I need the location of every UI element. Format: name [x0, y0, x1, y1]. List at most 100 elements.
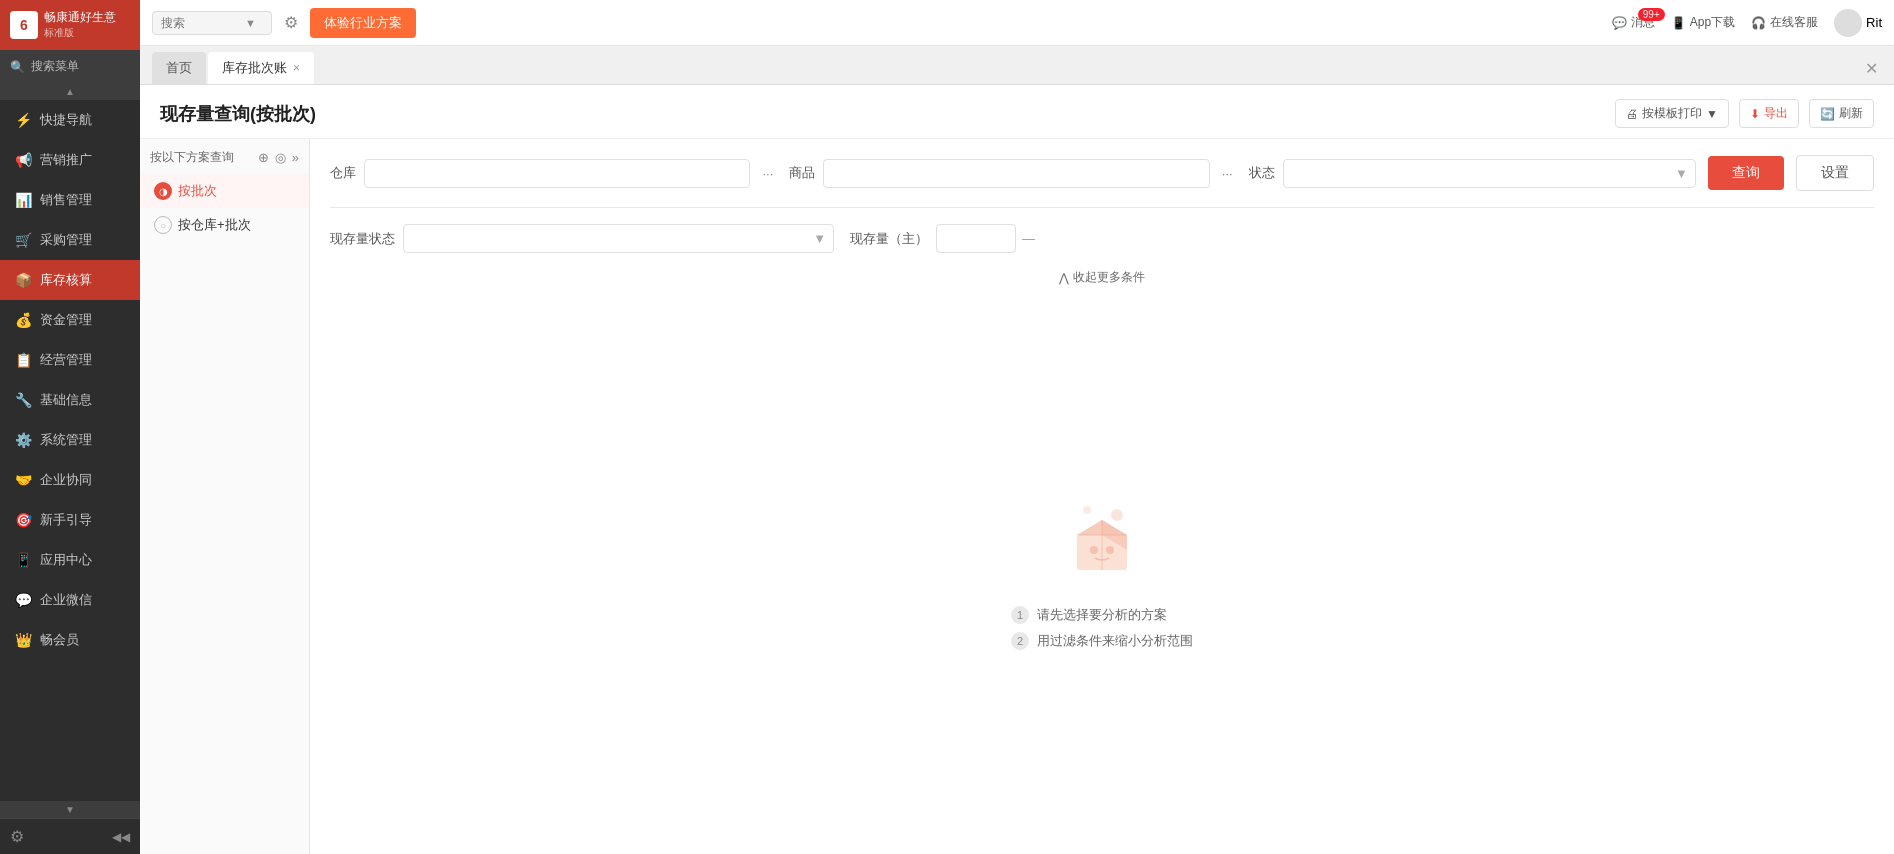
sidebar-item-purchase[interactable]: 🛒 采购管理: [0, 220, 140, 260]
nav-icon-guide: 🎯: [14, 512, 32, 528]
stock-status-select-wrapper: 全部 ▼: [403, 224, 834, 253]
sidebar-item-label: 库存核算: [40, 271, 126, 289]
refresh-button[interactable]: 🔄 刷新: [1809, 99, 1874, 128]
warehouse-more-button[interactable]: ···: [758, 166, 777, 181]
nav-icon-quicknav: ⚡: [14, 112, 32, 128]
topbar-search-input[interactable]: [161, 16, 241, 30]
warehouse-input[interactable]: [364, 159, 750, 188]
filter-warehouse-group: 仓库 ···: [330, 159, 777, 188]
user-name: Rit: [1866, 15, 1882, 30]
tip-num-2: 2: [1011, 632, 1029, 650]
product-input[interactable]: [823, 159, 1209, 188]
nav-icon-management: 📋: [14, 352, 32, 368]
plan-label: 按批次: [178, 182, 217, 200]
plan-settings-icon[interactable]: ◎: [275, 150, 286, 165]
status-select[interactable]: 全部: [1283, 159, 1696, 188]
messages-button[interactable]: 💬 消息 99+: [1612, 14, 1655, 31]
topbar-chevron-icon[interactable]: ▼: [245, 17, 256, 29]
qty-dash: —: [1022, 231, 1035, 246]
plan-label: 按仓库+批次: [178, 216, 251, 234]
sidebar-item-system[interactable]: ⚙️ 系统管理: [0, 420, 140, 460]
app-download-button[interactable]: 📱 App下载: [1671, 14, 1735, 31]
collapse-sidebar-icon[interactable]: ◀◀: [112, 830, 130, 844]
tab-batch-account[interactable]: 库存批次账 ×: [208, 52, 314, 84]
experience-button[interactable]: 体验行业方案: [310, 8, 416, 38]
left-panel-title: 按以下方案查询: [150, 149, 234, 166]
product-more-button[interactable]: ···: [1218, 166, 1237, 181]
refresh-label: 刷新: [1839, 105, 1863, 122]
nav-icon-appstore: 📱: [14, 552, 32, 568]
sidebar-item-finance[interactable]: 💰 资金管理: [0, 300, 140, 340]
left-panel-actions: ⊕ ◎ »: [258, 150, 299, 165]
sidebar-item-basic[interactable]: 🔧 基础信息: [0, 380, 140, 420]
plan-icon-active: ◑: [154, 182, 172, 200]
empty-illustration: [1052, 490, 1152, 590]
collapse-up-icon: ⋀: [1059, 271, 1069, 285]
sidebar-item-label: 企业协同: [40, 471, 126, 489]
sidebar-bottom: ⚙ ◀◀: [0, 818, 140, 854]
filter-row-2: 现存量状态 全部 ▼ 现存量（主） —: [330, 224, 1874, 253]
tab-close-icon[interactable]: ×: [293, 62, 300, 74]
settings-icon[interactable]: ⚙: [10, 827, 24, 846]
export-icon: ⬇: [1750, 107, 1760, 121]
empty-state: 1 请先选择要分析的方案 2 用过滤条件来缩小分析范围: [330, 302, 1874, 838]
left-panel-header: 按以下方案查询 ⊕ ◎ »: [140, 149, 309, 174]
app-name: 畅康通好生意: [44, 10, 116, 26]
plan-item-batch[interactable]: ◑ 按批次: [140, 174, 309, 208]
panel-close-icon[interactable]: ✕: [1865, 59, 1878, 78]
right-panel: 仓库 ··· 商品 ··· 状态 全部: [310, 139, 1894, 854]
collapse-left-icon[interactable]: »: [292, 150, 299, 165]
plan-item-warehouse-batch[interactable]: ○ 按仓库+批次: [140, 208, 309, 242]
sidebar-item-appstore[interactable]: 📱 应用中心: [0, 540, 140, 580]
sidebar-item-inventory[interactable]: 📦 库存核算: [0, 260, 140, 300]
tab-home[interactable]: 首页: [152, 52, 206, 84]
topbar: ▼ ⚙ 体验行业方案 💬 消息 99+ 📱 App下载 🎧 在线客服 Rit: [140, 0, 1894, 46]
page-actions: 🖨 按模板打印 ▼ ⬇ 导出 🔄 刷新: [1615, 99, 1874, 128]
qty-group: 现存量（主） —: [850, 224, 1354, 253]
content-area: 现存量查询(按批次) 🖨 按模板打印 ▼ ⬇ 导出 🔄 刷新: [140, 85, 1894, 854]
sidebar-item-management[interactable]: 📋 经营管理: [0, 340, 140, 380]
stock-status-select[interactable]: 全部: [403, 224, 834, 253]
sidebar-item-wechat[interactable]: 💬 企业微信: [0, 580, 140, 620]
qty-label: 现存量（主）: [850, 230, 928, 248]
sidebar-item-collab[interactable]: 🤝 企业协同: [0, 460, 140, 500]
collapse-more-button[interactable]: ⋀ 收起更多条件: [330, 265, 1874, 290]
sidebar-item-sales[interactable]: 📊 销售管理: [0, 180, 140, 220]
sidebar-item-marketing[interactable]: 📢 营销推广: [0, 140, 140, 180]
collapse-more-label: 收起更多条件: [1073, 269, 1145, 286]
app-download-label: App下载: [1690, 14, 1735, 31]
topbar-gear-icon[interactable]: ⚙: [280, 9, 302, 36]
settings-button[interactable]: 设置: [1796, 155, 1874, 191]
qty-range: —: [936, 224, 1354, 253]
sidebar-search[interactable]: 🔍 搜索菜单: [0, 50, 140, 83]
sidebar-item-quicknav[interactable]: ⚡ 快捷导航: [0, 100, 140, 140]
topbar-search-group[interactable]: ▼: [152, 11, 272, 35]
user-menu[interactable]: Rit: [1834, 9, 1882, 37]
sidebar-item-label: 系统管理: [40, 431, 126, 449]
refresh-icon: 🔄: [1820, 107, 1835, 121]
sidebar-scroll-down[interactable]: ▼: [0, 801, 140, 818]
service-icon: 🎧: [1751, 16, 1766, 30]
template-print-button[interactable]: 🖨 按模板打印 ▼: [1615, 99, 1729, 128]
print-chevron-icon[interactable]: ▼: [1706, 107, 1718, 121]
nav-icon-basic: 🔧: [14, 392, 32, 408]
nav-icon-member: 👑: [14, 632, 32, 648]
sidebar-item-label: 企业微信: [40, 591, 126, 609]
online-service-button[interactable]: 🎧 在线客服: [1751, 14, 1818, 31]
search-icon: 🔍: [10, 60, 25, 74]
avatar: [1834, 9, 1862, 37]
export-button[interactable]: ⬇ 导出: [1739, 99, 1799, 128]
svg-point-6: [1106, 546, 1114, 554]
add-plan-icon[interactable]: ⊕: [258, 150, 269, 165]
svg-point-7: [1111, 509, 1123, 521]
sidebar-item-label: 畅会员: [40, 631, 126, 649]
tab-batch-account-label: 库存批次账: [222, 59, 287, 77]
query-button[interactable]: 查询: [1708, 156, 1784, 190]
sidebar-item-member[interactable]: 👑 畅会员: [0, 620, 140, 660]
empty-tips: 1 请先选择要分析的方案 2 用过滤条件来缩小分析范围: [1011, 606, 1193, 650]
sidebar-item-label: 新手引导: [40, 511, 126, 529]
qty-min-input[interactable]: [936, 224, 1016, 253]
sidebar-item-guide[interactable]: 🎯 新手引导: [0, 500, 140, 540]
sidebar-scroll-up[interactable]: ▲: [0, 83, 140, 100]
main-layout: 按以下方案查询 ⊕ ◎ » ◑ 按批次 ○: [140, 139, 1894, 854]
